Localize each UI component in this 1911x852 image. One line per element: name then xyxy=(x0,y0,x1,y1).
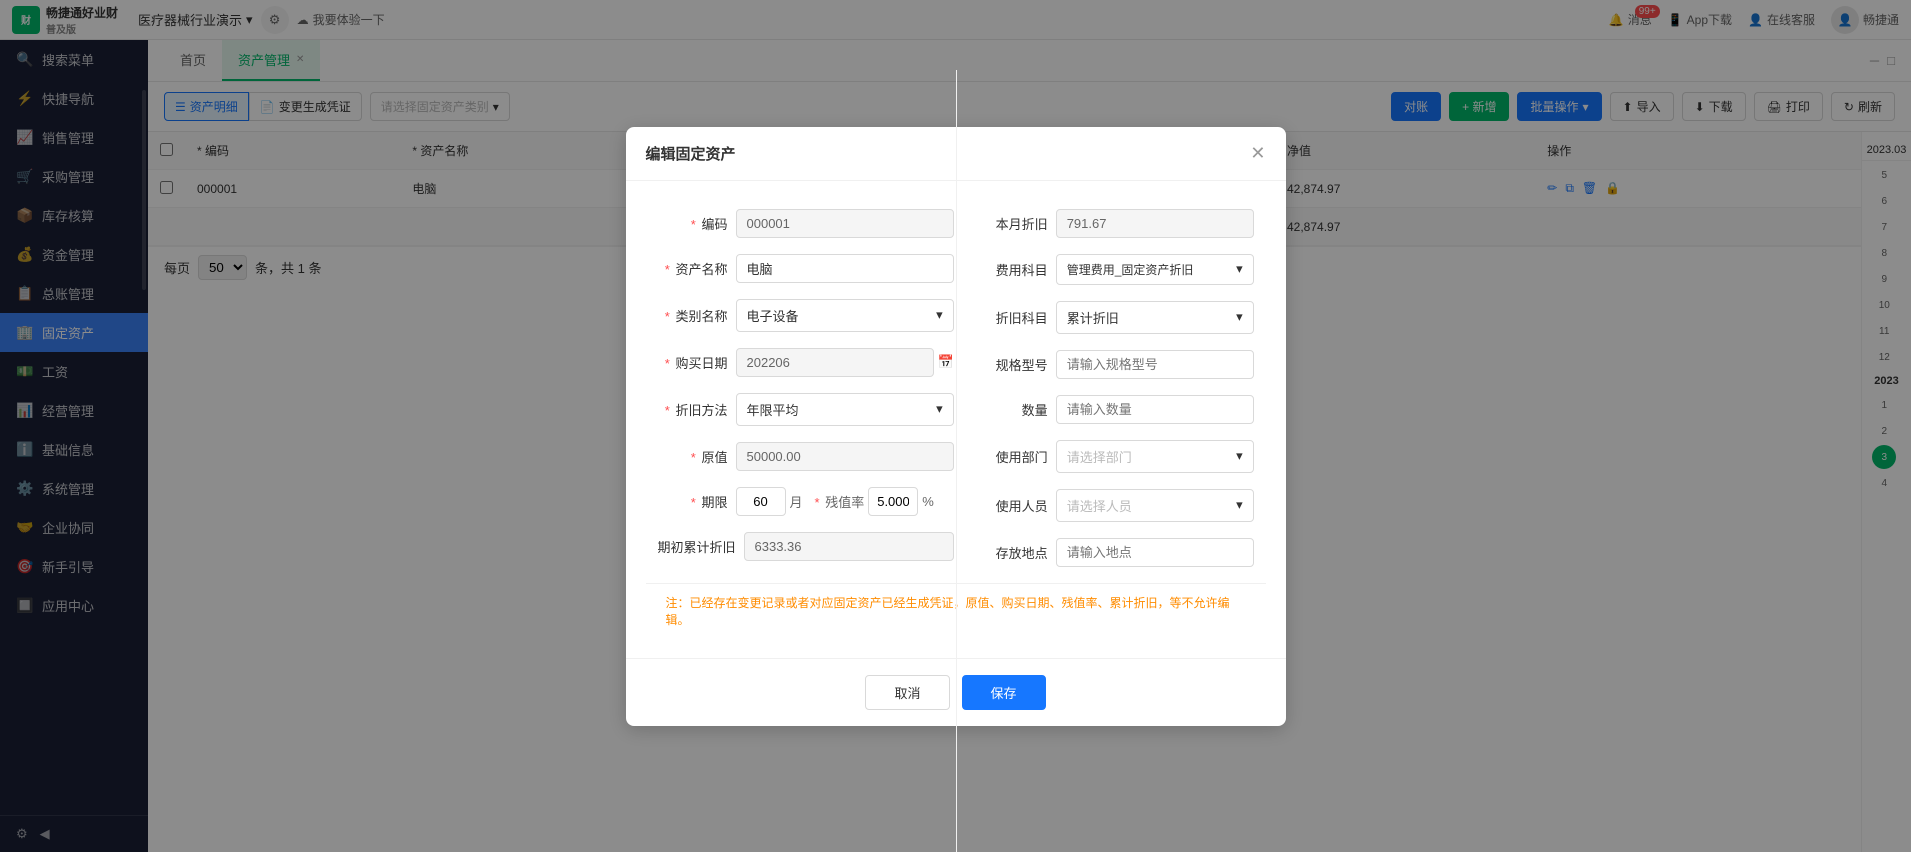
original-value-input[interactable] xyxy=(736,442,954,471)
asset-name-input[interactable] xyxy=(736,254,954,283)
chevron-down-icon: ▾ xyxy=(1236,497,1243,513)
code-input[interactable] xyxy=(736,209,954,238)
person-label: 使用人员 xyxy=(978,496,1048,515)
depreciation-subject-row: 折旧科目 累计折旧 ▾ xyxy=(966,293,1266,342)
category-row: * 类别名称 电子设备 ▾ xyxy=(646,291,966,340)
spec-label: 规格型号 xyxy=(978,355,1048,374)
period-row: * 期限 月 * 残值率 % xyxy=(646,479,966,524)
depreciation-subject-label: 折旧科目 xyxy=(978,308,1048,327)
residual-rate-label: * 残值率 xyxy=(815,492,865,511)
form-left-col: * 编码 * 资产名称 xyxy=(646,201,966,575)
form-divider xyxy=(956,70,957,852)
location-input[interactable] xyxy=(1056,538,1254,567)
person-select[interactable]: 请选择人员 ▾ xyxy=(1056,489,1254,522)
department-row: 使用部门 请选择部门 ▾ xyxy=(966,432,1266,481)
monthly-depreciation-input xyxy=(1056,209,1254,238)
person-placeholder: 请选择人员 xyxy=(1067,496,1132,515)
code-row: * 编码 xyxy=(646,201,966,246)
code-label: * 编码 xyxy=(658,214,728,233)
save-button[interactable]: 保存 xyxy=(962,675,1046,710)
purchase-date-input[interactable] xyxy=(736,348,934,377)
original-value-label: * 原值 xyxy=(658,447,728,466)
quantity-row: 数量 xyxy=(966,387,1266,432)
asset-name-row: * 资产名称 xyxy=(646,246,966,291)
asset-name-label: * 资产名称 xyxy=(658,259,728,278)
expense-subject-select[interactable]: 管理费用_固定资产折旧 ▾ xyxy=(1056,254,1254,285)
purchase-date-row: * 购买日期 📅 xyxy=(646,340,966,385)
initial-accumulated-label: 期初累计折旧 xyxy=(658,537,736,556)
edit-asset-modal: 编辑固定资产 ✕ * 编码 xyxy=(626,127,1286,726)
cancel-button[interactable]: 取消 xyxy=(865,675,949,710)
location-label: 存放地点 xyxy=(978,543,1048,562)
period-unit: 月 xyxy=(790,492,803,511)
location-row: 存放地点 xyxy=(966,530,1266,575)
department-label: 使用部门 xyxy=(978,447,1048,466)
department-select[interactable]: 请选择部门 ▾ xyxy=(1056,440,1254,473)
residual-rate-unit: % xyxy=(922,494,934,509)
chevron-down-icon: ▾ xyxy=(1236,309,1243,325)
initial-accumulated-input[interactable] xyxy=(744,532,954,561)
initial-accumulated-row: 期初累计折旧 xyxy=(646,524,966,569)
depreciation-method-select[interactable]: 年限平均 ▾ xyxy=(736,393,954,426)
modal-overlay: 编辑固定资产 ✕ * 编码 xyxy=(0,0,1911,852)
chevron-down-icon: ▾ xyxy=(936,401,943,417)
category-label: * 类别名称 xyxy=(658,306,728,325)
depreciation-subject-value: 累计折旧 xyxy=(1067,308,1119,327)
period-group: 月 * 残值率 % xyxy=(736,487,954,516)
original-value-row: * 原值 xyxy=(646,434,966,479)
form-right-col: 本月折旧 费用科目 管理费用_固定资产折旧 ▾ 折旧科目 xyxy=(966,201,1266,575)
depreciation-method-value: 年限平均 xyxy=(747,400,799,419)
chevron-down-icon: ▾ xyxy=(936,307,943,323)
monthly-depreciation-row: 本月折旧 xyxy=(966,201,1266,246)
quantity-input[interactable] xyxy=(1056,395,1254,424)
chevron-down-icon: ▾ xyxy=(1236,448,1243,464)
period-label: * 期限 xyxy=(658,492,728,511)
residual-rate-input[interactable] xyxy=(868,487,918,516)
modal-body: * 编码 * 资产名称 xyxy=(626,181,1286,658)
department-placeholder: 请选择部门 xyxy=(1067,447,1132,466)
person-row: 使用人员 请选择人员 ▾ xyxy=(966,481,1266,530)
modal-close-button[interactable]: ✕ xyxy=(1250,143,1265,164)
spec-input[interactable] xyxy=(1056,350,1254,379)
modal-title: 编辑固定资产 xyxy=(646,143,736,164)
depreciation-subject-select[interactable]: 累计折旧 ▾ xyxy=(1056,301,1254,334)
depreciation-method-row: * 折旧方法 年限平均 ▾ xyxy=(646,385,966,434)
purchase-date-label: * 购买日期 xyxy=(658,353,728,372)
category-select-value: 电子设备 xyxy=(747,306,799,325)
spec-row: 规格型号 xyxy=(966,342,1266,387)
depreciation-method-label: * 折旧方法 xyxy=(658,400,728,419)
category-select[interactable]: 电子设备 ▾ xyxy=(736,299,954,332)
expense-subject-value: 管理费用_固定资产折旧 xyxy=(1067,261,1194,278)
quantity-label: 数量 xyxy=(978,400,1048,419)
monthly-depreciation-label: 本月折旧 xyxy=(978,214,1048,233)
period-input[interactable] xyxy=(736,487,786,516)
expense-subject-label: 费用科目 xyxy=(978,260,1048,279)
calendar-icon[interactable]: 📅 xyxy=(938,354,954,370)
note-text: 注：已经存在变更记录或者对应固定资产已经生成凭证，原值、购买日期、残值率、累计折… xyxy=(666,596,1230,627)
chevron-down-icon: ▾ xyxy=(1236,261,1243,277)
expense-subject-row: 费用科目 管理费用_固定资产折旧 ▾ xyxy=(966,246,1266,293)
form-grid: * 编码 * 资产名称 xyxy=(646,201,1266,575)
